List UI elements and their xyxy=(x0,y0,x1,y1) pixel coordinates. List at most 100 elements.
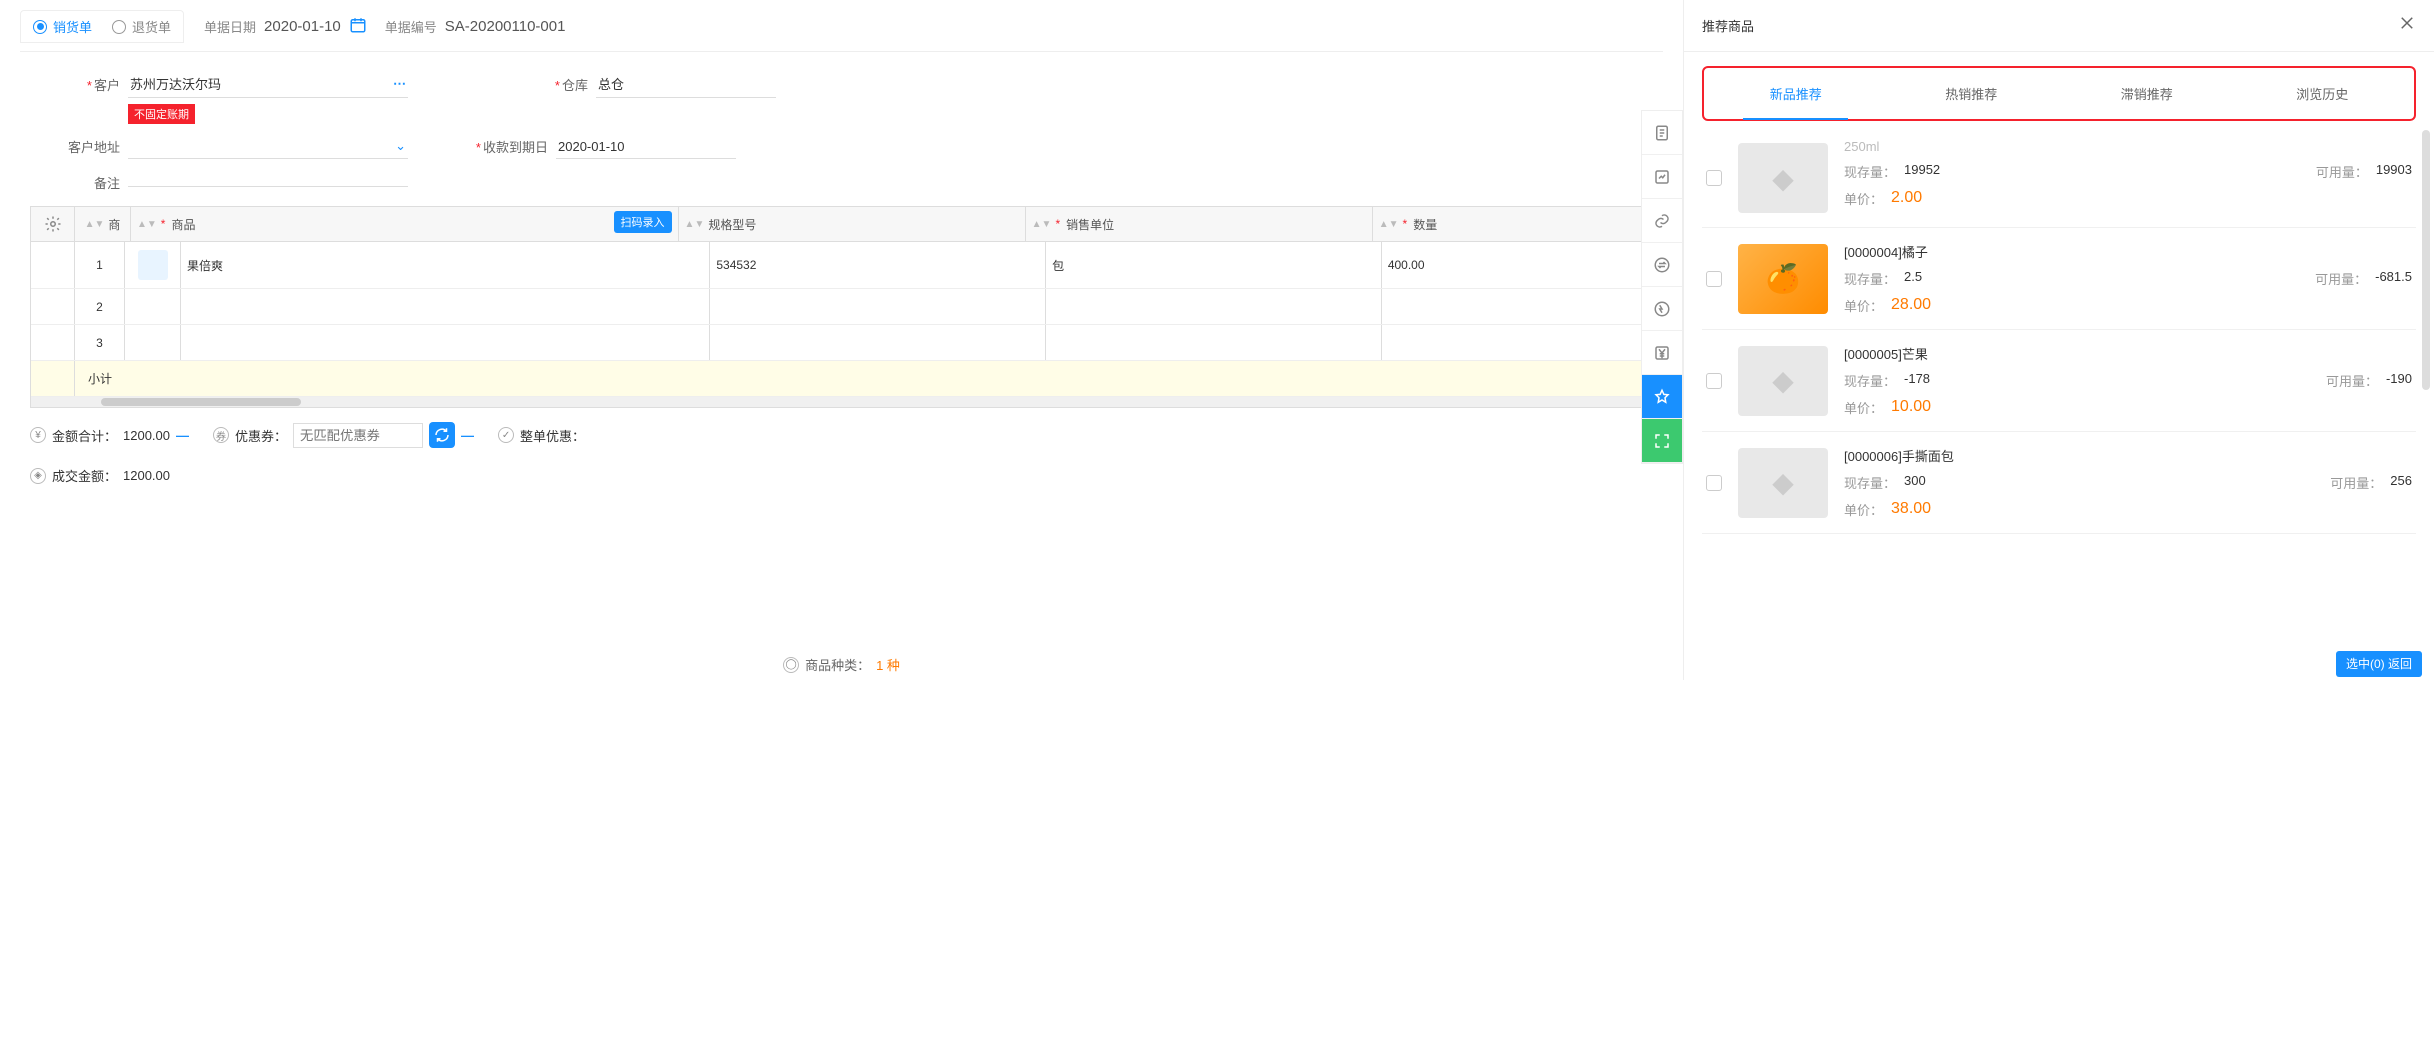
row-name[interactable]: 果倍爽 xyxy=(181,242,710,288)
tab-new-recommend[interactable]: 新品推荐 xyxy=(1708,72,1884,115)
row-spec[interactable] xyxy=(710,325,1046,360)
coupon-label: 优惠券： xyxy=(235,426,287,445)
customer-field[interactable]: 苏州万达沃尔玛 ⋯ xyxy=(128,70,408,98)
avail-label: 可用量： xyxy=(2330,473,2382,492)
col-image[interactable]: ▲▼商 xyxy=(75,207,131,241)
price-value: 10.00 xyxy=(1891,398,1931,417)
item-checkbox[interactable] xyxy=(1706,170,1722,186)
deal-value: 1200.00 xyxy=(123,468,170,483)
table-row[interactable]: 3 xyxy=(31,325,1652,361)
tool-swap[interactable] xyxy=(1642,243,1682,287)
recommend-item[interactable]: ◆ 250ml 现存量：19952 可用量：19903 单价：2.00 xyxy=(1702,129,2416,228)
col-product[interactable]: ▲▼*商品 扫码录入 xyxy=(131,207,679,241)
row-qty[interactable] xyxy=(1382,289,1652,324)
remark-label: 备注 xyxy=(30,173,120,192)
horizontal-scrollbar[interactable] xyxy=(31,397,1652,407)
doc-no-value: SA-20200110-001 xyxy=(445,18,566,35)
side-toolbar xyxy=(1641,110,1683,464)
remark-field[interactable] xyxy=(128,178,408,187)
price-value: 28.00 xyxy=(1891,296,1931,315)
tab-hot-recommend[interactable]: 热销推荐 xyxy=(1884,72,2060,115)
discount-icon: ✓ xyxy=(498,427,514,443)
price-label: 单价： xyxy=(1844,296,1883,315)
doc-date-value[interactable]: 2020-01-10 xyxy=(264,18,341,35)
avail-value: -681.5 xyxy=(2375,269,2412,288)
address-label: 客户地址 xyxy=(30,137,120,156)
doc-no-label: 单据编号 xyxy=(385,17,437,36)
subtotal-label: 小计 xyxy=(75,361,125,396)
due-date-label: *收款到期日 xyxy=(458,137,548,156)
table-row[interactable]: 1 果倍爽 534532 包 400.00 xyxy=(31,242,1652,289)
recommend-item[interactable]: ◆ [0000006]手撕面包 现存量：300 可用量：256 单价：38.00 xyxy=(1702,432,2416,534)
close-button[interactable] xyxy=(2398,14,2416,37)
yen-icon: ¥ xyxy=(30,427,46,443)
stock-value: 300 xyxy=(1904,473,1926,492)
stock-label: 现存量： xyxy=(1844,473,1896,492)
stock-label: 现存量： xyxy=(1844,162,1896,181)
row-qty[interactable] xyxy=(1382,325,1652,360)
price-label: 单价： xyxy=(1844,500,1883,519)
tab-sale-label: 销货单 xyxy=(53,17,92,36)
coupon-input[interactable] xyxy=(293,423,423,448)
tool-expand[interactable] xyxy=(1642,419,1682,463)
price-label: 单价： xyxy=(1844,189,1883,208)
item-checkbox[interactable] xyxy=(1706,271,1722,287)
row-unit[interactable] xyxy=(1046,289,1382,324)
tool-lack[interactable] xyxy=(1642,287,1682,331)
col-unit[interactable]: ▲▼*销售单位 xyxy=(1026,207,1373,241)
item-checkbox[interactable] xyxy=(1706,475,1722,491)
table-row[interactable]: 2 xyxy=(31,289,1652,325)
tool-star[interactable] xyxy=(1642,375,1682,419)
scan-input-button[interactable]: 扫码录入 xyxy=(614,211,672,233)
row-qty[interactable]: 400.00 xyxy=(1382,242,1652,288)
due-date-field[interactable]: 2020-01-10 xyxy=(556,135,736,159)
avail-value: 19903 xyxy=(2376,162,2412,181)
row-no: 3 xyxy=(75,325,125,360)
ellipsis-icon[interactable]: ⋯ xyxy=(393,76,406,92)
recommend-item[interactable]: ◆ [0000005]芒果 现存量：-178 可用量：-190 单价：10.00 xyxy=(1702,330,2416,432)
vertical-scrollbar[interactable] xyxy=(2422,130,2430,390)
chart-icon xyxy=(1653,168,1671,186)
tab-sale-order[interactable]: 销货单 xyxy=(33,17,92,36)
recommend-item[interactable]: 🍊 [0000004]橘子 现存量：2.5 可用量：-681.5 单价：28.0… xyxy=(1702,228,2416,330)
tab-slow-recommend[interactable]: 滞销推荐 xyxy=(2059,72,2235,115)
warehouse-value: 总仓 xyxy=(598,74,624,93)
tool-link[interactable] xyxy=(1642,199,1682,243)
tab-return-order[interactable]: 退货单 xyxy=(112,17,171,36)
close-icon xyxy=(2398,14,2416,32)
row-name[interactable] xyxy=(181,289,710,324)
refresh-icon xyxy=(433,426,451,444)
tool-chart[interactable] xyxy=(1642,155,1682,199)
gear-icon xyxy=(44,215,62,233)
kind-icon: ◯ xyxy=(783,657,799,673)
calendar-icon[interactable] xyxy=(349,16,367,37)
sum-value: 1200.00 xyxy=(123,428,170,443)
row-spec[interactable] xyxy=(710,289,1046,324)
stock-label: 现存量： xyxy=(1844,269,1896,288)
chevron-down-icon[interactable]: ⌄ xyxy=(395,138,406,154)
warehouse-field[interactable]: 总仓 xyxy=(596,70,776,98)
row-name[interactable] xyxy=(181,325,710,360)
row-unit[interactable]: 包 xyxy=(1046,242,1382,288)
item-checkbox[interactable] xyxy=(1706,373,1722,389)
select-return-button[interactable]: 选中(0) 返回 xyxy=(2336,651,2422,677)
radio-icon xyxy=(33,20,47,34)
col-spec[interactable]: ▲▼规格型号 xyxy=(679,207,1026,241)
row-spec[interactable]: 534532 xyxy=(710,242,1046,288)
tab-browse-history[interactable]: 浏览历史 xyxy=(2235,72,2411,115)
avail-label: 可用量： xyxy=(2326,371,2378,390)
radio-icon xyxy=(112,20,126,34)
doc-date-label: 单据日期 xyxy=(204,17,256,36)
tool-doc[interactable] xyxy=(1642,111,1682,155)
item-thumbnail: 🍊 xyxy=(1738,244,1828,314)
item-name: [0000006]手撕面包 xyxy=(1844,446,2412,465)
deal-label: 成交金额： xyxy=(52,466,117,485)
price-value: 2.00 xyxy=(1891,189,1922,208)
refresh-button[interactable] xyxy=(429,422,455,448)
stock-value: -178 xyxy=(1904,371,1930,390)
tool-yen[interactable] xyxy=(1642,331,1682,375)
col-qty[interactable]: ▲▼*数量 xyxy=(1373,207,1652,241)
row-unit[interactable] xyxy=(1046,325,1382,360)
grid-settings-button[interactable] xyxy=(31,207,75,241)
address-field[interactable]: ⌄ xyxy=(128,134,408,159)
